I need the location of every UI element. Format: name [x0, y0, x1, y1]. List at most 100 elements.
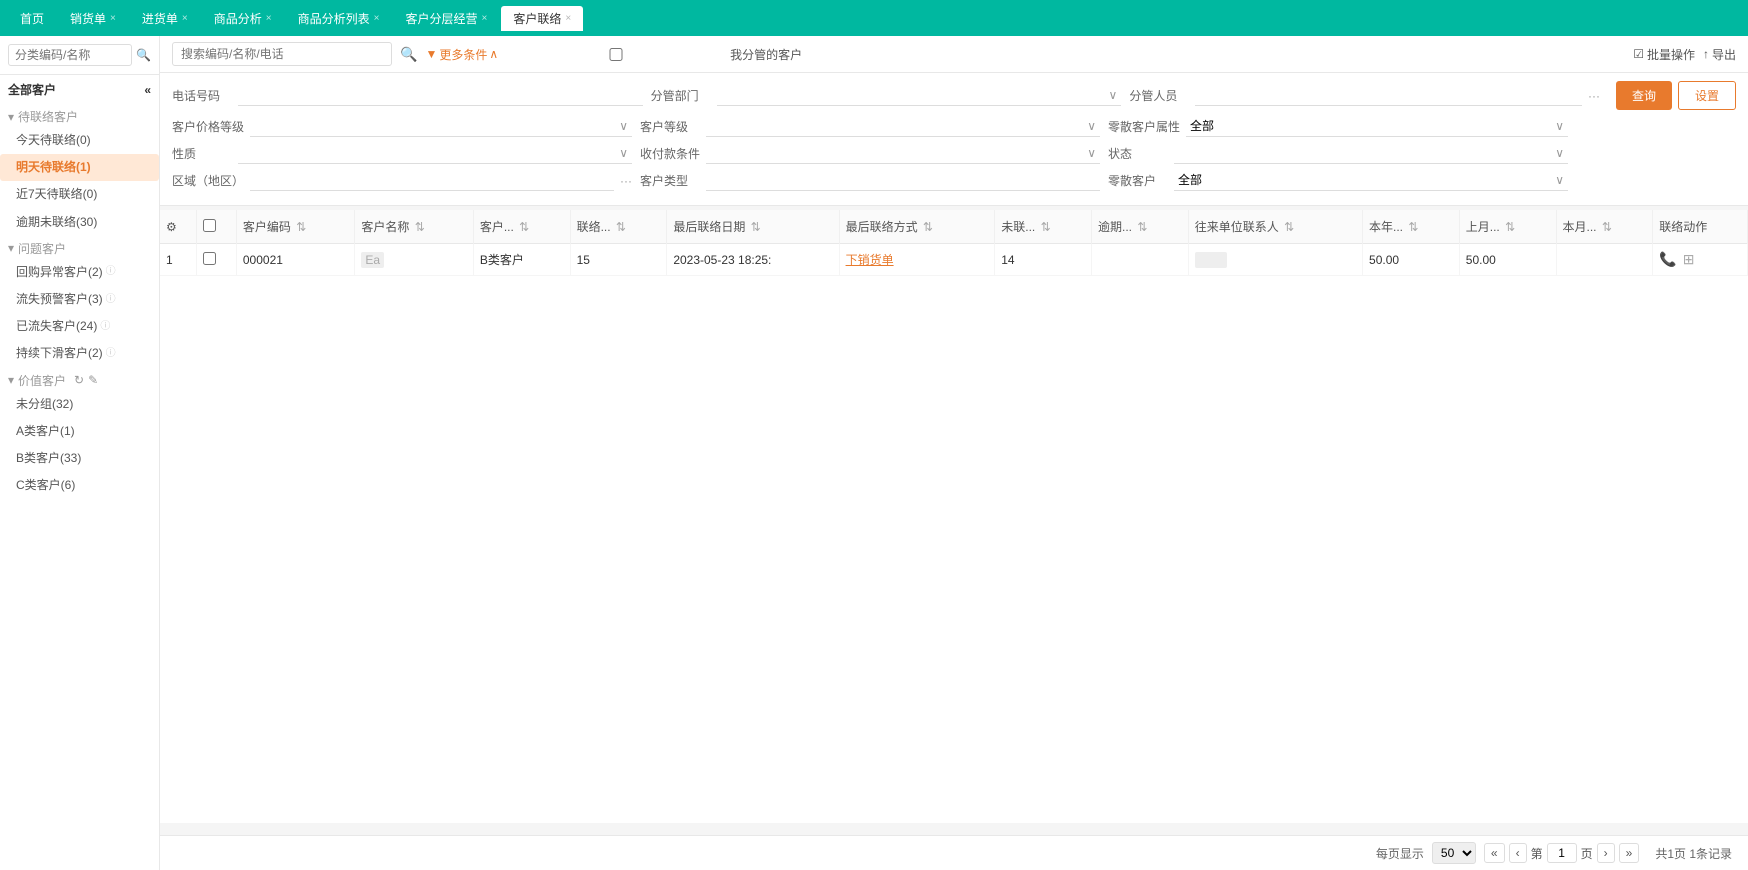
- next-page-button[interactable]: ›: [1597, 843, 1615, 863]
- col-not-contacted[interactable]: 未联... ⇅: [995, 210, 1092, 244]
- nav-purchase-order[interactable]: 进货单 ×: [130, 6, 200, 31]
- sidebar-item-today[interactable]: 今天待联络(0): [0, 127, 159, 154]
- horizontal-scrollbar[interactable]: [160, 827, 1748, 835]
- col-last-contact-method[interactable]: 最后联络方式 ⇅: [839, 210, 995, 244]
- filter-select-retail-attr[interactable]: 全部: [1186, 116, 1568, 136]
- sidebar-item-class-c[interactable]: C类客户(6): [0, 472, 159, 499]
- filter-label-retail-attr: 零散客户属性: [1108, 118, 1180, 135]
- col-settings[interactable]: ⚙: [160, 210, 196, 244]
- filter-select-retail-customer[interactable]: 全部: [1174, 170, 1568, 190]
- more-conditions-button[interactable]: ▼ 更多条件 ∧: [425, 46, 498, 63]
- table-footer: 每页显示 50 « ‹ 第 页 › » 共1页 1条记录: [160, 835, 1748, 870]
- filter-input-region[interactable]: [250, 170, 614, 191]
- col-company-contact[interactable]: 往来单位联系人 ⇅: [1188, 210, 1362, 244]
- action-grid-icon[interactable]: ⊞: [1683, 251, 1695, 268]
- sidebar-item-churned[interactable]: 已流失客户(24) ⓘ: [0, 313, 159, 340]
- filter-select-customer-level[interactable]: [706, 116, 1100, 136]
- nav-close-customer-contact[interactable]: ×: [565, 13, 571, 24]
- settings-button[interactable]: 设置: [1678, 81, 1736, 110]
- filter-select-dept[interactable]: [717, 85, 1122, 105]
- filter-input-customer-type[interactable]: [706, 170, 1100, 191]
- prev-page-button[interactable]: ‹: [1509, 843, 1527, 863]
- manager-dots-icon[interactable]: ···: [1588, 89, 1600, 103]
- col-last-month[interactable]: 上月... ⇅: [1459, 210, 1556, 244]
- value-group-refresh-icon[interactable]: ↻: [74, 373, 84, 387]
- batch-operation-button[interactable]: ☑ 批量操作: [1633, 46, 1695, 63]
- filter-select-price-level[interactable]: [250, 116, 632, 136]
- sidebar-item-tomorrow[interactable]: 明天待联络(1): [0, 154, 159, 181]
- sidebar-item-ungrouped[interactable]: 未分组(32): [0, 391, 159, 418]
- nav-close-product-analysis-list[interactable]: ×: [374, 13, 380, 24]
- last-page-button[interactable]: »: [1619, 843, 1640, 863]
- batch-op-checkbox-icon: ☑: [1633, 47, 1644, 61]
- col-contact[interactable]: 联络... ⇅: [570, 210, 667, 244]
- col-name[interactable]: 客户名称 ⇅: [355, 210, 473, 244]
- cell-no: 1: [160, 244, 196, 276]
- filter-cell-phone: 电话号码: [172, 85, 643, 106]
- cell-last-contact-method[interactable]: 下销货单: [839, 244, 995, 276]
- export-button[interactable]: ↑ 导出: [1703, 46, 1736, 63]
- filter-input-manager[interactable]: [1195, 85, 1582, 106]
- action-phone-icon[interactable]: 📞: [1659, 251, 1676, 268]
- filter-row-3: 性质 ∨ 收付款条件 ∨ 状态: [172, 143, 1736, 164]
- filter-label-nature: 性质: [172, 145, 232, 162]
- more-conditions-chevron: ∧: [489, 47, 498, 61]
- col-customer-type[interactable]: 客户... ⇅: [473, 210, 570, 244]
- filter-row-1: 电话号码 分管部门 ∨ 分管人员 ··· 查询 设置: [172, 81, 1736, 110]
- nav-close-purchase-order[interactable]: ×: [182, 13, 188, 24]
- nav-customer-segmentation[interactable]: 客户分层经营 ×: [393, 6, 499, 31]
- sidebar-item-churn-warning[interactable]: 流失预警客户(3) ⓘ: [0, 286, 159, 313]
- select-all-checkbox[interactable]: [203, 219, 216, 232]
- region-dots-icon[interactable]: ···: [620, 174, 632, 188]
- sidebar-item-class-a[interactable]: A类客户(1): [0, 418, 159, 445]
- filter-label-customer-type: 客户类型: [640, 172, 700, 189]
- sidebar-item-7days[interactable]: 近7天待联络(0): [0, 181, 159, 208]
- sort-icon-last-date: ⇅: [751, 220, 761, 234]
- search-button[interactable]: 🔍: [400, 46, 417, 63]
- nav-customer-contact[interactable]: 客户联络 ×: [501, 6, 583, 31]
- sidebar-collapse-icon[interactable]: [144, 83, 151, 97]
- query-button[interactable]: 查询: [1616, 81, 1672, 110]
- col-code[interactable]: 客户编码 ⇅: [236, 210, 354, 244]
- search-input[interactable]: [172, 42, 392, 66]
- table-row: 1 000021 Ea B类客户 15 2023-05-23 18:25: 下销…: [160, 244, 1748, 276]
- filter-select-status[interactable]: [1174, 143, 1568, 163]
- nav-close-customer-segmentation[interactable]: ×: [481, 13, 487, 24]
- cell-checkbox[interactable]: [196, 244, 236, 276]
- col-checkbox[interactable]: [196, 210, 236, 244]
- per-page-select[interactable]: 50: [1432, 842, 1476, 864]
- nav-product-analysis-list[interactable]: 商品分析列表 ×: [286, 6, 392, 31]
- sidebar-all-customers[interactable]: 全部客户: [0, 75, 159, 104]
- my-customers-checkbox[interactable]: [506, 48, 726, 61]
- filter-select-price-level-wrap: ∨: [250, 116, 632, 137]
- filter-label-region: 区域（地区）: [172, 172, 244, 189]
- nav-sales-order[interactable]: 销货单 ×: [58, 6, 128, 31]
- filter-input-phone[interactable]: [238, 85, 643, 106]
- sidebar-item-class-b[interactable]: B类客户(33): [0, 445, 159, 472]
- col-this-year[interactable]: 本年... ⇅: [1363, 210, 1460, 244]
- sidebar-item-declining[interactable]: 持续下滑客户(2) ⓘ: [0, 340, 159, 367]
- col-last-contact-date[interactable]: 最后联络日期 ⇅: [667, 210, 839, 244]
- filter-select-payment[interactable]: [706, 143, 1100, 163]
- sidebar-search-icon[interactable]: 🔍: [136, 48, 151, 62]
- pagination: « ‹ 第 页 › »: [1484, 843, 1639, 863]
- col-this-month[interactable]: 本月... ⇅: [1556, 210, 1653, 244]
- row-checkbox[interactable]: [203, 252, 216, 265]
- cell-contact: 15: [570, 244, 667, 276]
- sidebar-search-input[interactable]: [8, 44, 132, 66]
- filter-bar: 🔍 ▼ 更多条件 ∧ 我分管的客户 ☑ 批量操作 ↑ 导出: [160, 36, 1748, 73]
- nav-product-analysis[interactable]: 商品分析 ×: [202, 6, 284, 31]
- page-input[interactable]: [1547, 843, 1577, 863]
- filter-select-status-wrap: ∨: [1174, 143, 1568, 164]
- nav-close-sales-order[interactable]: ×: [110, 13, 116, 24]
- filter-cell-retail-attr: 零散客户属性 全部 ∨: [1108, 116, 1568, 137]
- my-customers-checkbox-label[interactable]: 我分管的客户: [506, 46, 802, 63]
- value-group-edit-icon[interactable]: ✎: [88, 373, 98, 387]
- nav-close-product-analysis[interactable]: ×: [266, 13, 272, 24]
- col-overdue[interactable]: 逾期... ⇅: [1091, 210, 1188, 244]
- sidebar-item-overdue[interactable]: 逾期未联络(30): [0, 209, 159, 236]
- sidebar-item-repurchase-abnormal[interactable]: 回购异常客户(2) ⓘ: [0, 259, 159, 286]
- first-page-button[interactable]: «: [1484, 843, 1505, 863]
- filter-select-nature[interactable]: [238, 143, 632, 163]
- nav-home[interactable]: 首页: [8, 6, 56, 31]
